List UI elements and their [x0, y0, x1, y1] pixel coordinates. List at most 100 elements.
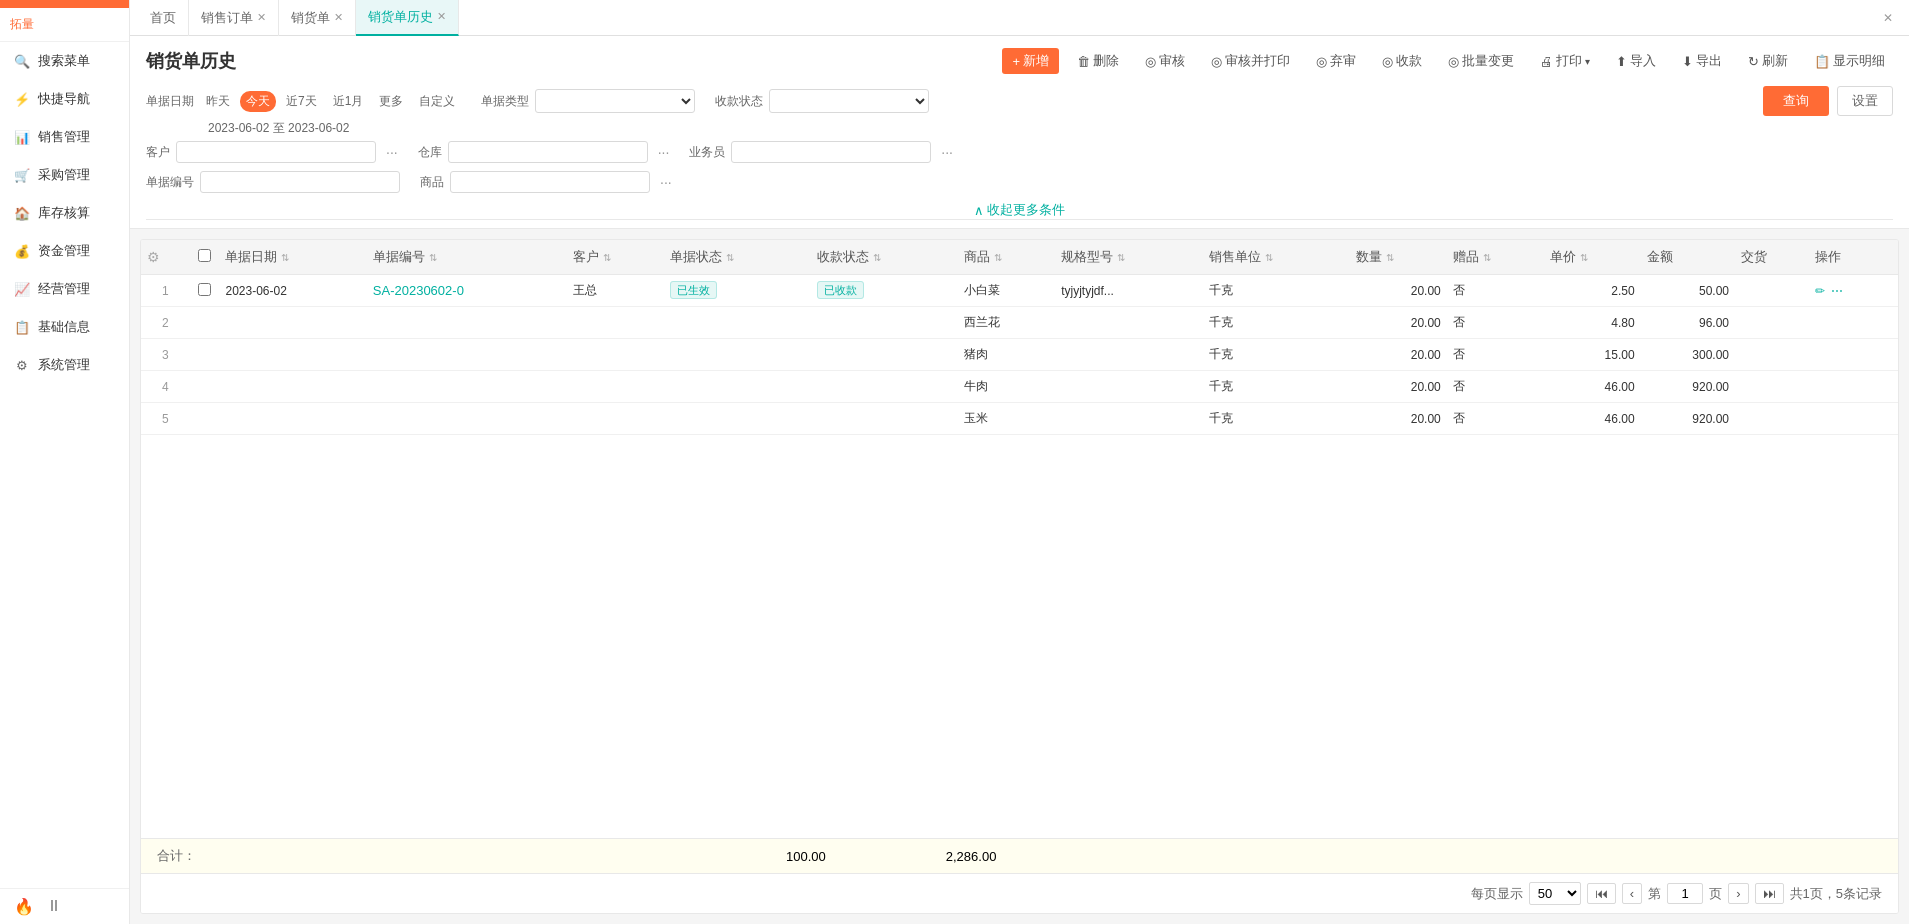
sidebar-item-inventory[interactable]: 🏠 库存核算 — [0, 194, 129, 232]
sort-doc-date-icon[interactable]: ⇅ — [281, 252, 289, 263]
warehouse-input[interactable] — [448, 141, 648, 163]
collect-button[interactable]: ◎ 收款 — [1374, 48, 1430, 74]
doc-no-link[interactable]: SA-20230602-0 — [373, 283, 464, 298]
cell-amount: 920.00 — [1641, 403, 1735, 435]
date-btn-today[interactable]: 今天 — [240, 91, 276, 112]
cell-checkbox — [189, 371, 219, 403]
sort-customer-icon[interactable]: ⇅ — [603, 252, 611, 263]
goods-input[interactable] — [450, 171, 650, 193]
audit-print-button[interactable]: ◎ 审核并打印 — [1203, 48, 1298, 74]
tab-sales-goods[interactable]: 销货单 ✕ — [279, 0, 356, 36]
export-button[interactable]: ⬇ 导出 — [1674, 48, 1730, 74]
show-detail-button[interactable]: 📋 显示明细 — [1806, 48, 1893, 74]
collapse-btn[interactable]: ∧ 收起更多条件 — [146, 201, 1893, 219]
sidebar-item-purchase-mgmt[interactable]: 🛒 采购管理 — [0, 156, 129, 194]
sidebar-item-ops-mgmt[interactable]: 📈 经营管理 — [0, 270, 129, 308]
show-detail-icon: 📋 — [1814, 54, 1830, 69]
staff-input[interactable] — [731, 141, 931, 163]
cell-goods: 小白菜 — [958, 275, 1055, 307]
warehouse-ellipsis[interactable]: ··· — [658, 144, 670, 160]
th-unit-price-label: 单价 — [1550, 248, 1576, 266]
page-first-button[interactable]: ⏮ — [1587, 883, 1616, 904]
date-btn-7days[interactable]: 近7天 — [280, 91, 323, 112]
audit-print-icon: ◎ — [1211, 54, 1222, 69]
date-btn-custom[interactable]: 自定义 — [413, 91, 461, 112]
batch-change-button[interactable]: ◎ 批量变更 — [1440, 48, 1522, 74]
sort-doc-no-icon[interactable]: ⇅ — [429, 252, 437, 263]
import-button[interactable]: ⬆ 导入 — [1608, 48, 1664, 74]
th-quantity-label: 数量 — [1356, 248, 1382, 266]
sort-doc-status-icon[interactable]: ⇅ — [726, 252, 734, 263]
page-last-button[interactable]: ⏭ — [1755, 883, 1784, 904]
setting-button[interactable]: 设置 — [1837, 86, 1893, 116]
sort-quantity-icon[interactable]: ⇅ — [1386, 252, 1394, 263]
goods-ellipsis[interactable]: ··· — [660, 174, 672, 190]
page-next-button[interactable]: › — [1728, 883, 1748, 904]
sidebar-fire-icon[interactable]: 🔥 — [14, 897, 34, 916]
page-number-input[interactable] — [1667, 883, 1703, 904]
tab-sales-order-close[interactable]: ✕ — [257, 11, 266, 24]
close-all-tabs[interactable]: ✕ — [1875, 11, 1901, 25]
cell-amount: 96.00 — [1641, 307, 1735, 339]
collect-label: 收款 — [1396, 52, 1422, 70]
audit-button[interactable]: ◎ 审核 — [1137, 48, 1193, 74]
per-page-select[interactable]: 50 20 100 — [1529, 882, 1581, 905]
th-settings: ⚙ — [141, 240, 189, 275]
sort-unit-price-icon[interactable]: ⇅ — [1580, 252, 1588, 263]
pagination: 每页显示 50 20 100 ⏮ ‹ 第 页 › ⏭ 共1页，5条记录 — [141, 873, 1898, 913]
sidebar-item-finance[interactable]: 💰 资金管理 — [0, 232, 129, 270]
sidebar-item-quick-nav[interactable]: ⚡ 快捷导航 — [0, 80, 129, 118]
table-header-row: ⚙ 单据日期 ⇅ — [141, 240, 1898, 275]
cell-row-num: 2 — [141, 307, 189, 339]
import-label: 导入 — [1630, 52, 1656, 70]
filter-row-2: 客户 ··· 仓库 ··· 业务员 ··· — [146, 141, 1893, 163]
date-btn-yesterday[interactable]: 昨天 — [200, 91, 236, 112]
select-all-checkbox[interactable] — [198, 249, 211, 262]
more-action[interactable]: ⋯ — [1831, 284, 1843, 298]
new-icon: + — [1012, 54, 1020, 69]
tab-sales-history[interactable]: 销货单历史 ✕ — [356, 0, 459, 36]
new-button[interactable]: + 新增 — [1002, 48, 1059, 74]
customer-ellipsis[interactable]: ··· — [386, 144, 398, 160]
sidebar-item-sys-mgmt[interactable]: ⚙ 系统管理 — [0, 346, 129, 384]
toolbar: + 新增 🗑 删除 ◎ 审核 ◎ 审核并打印 — [1002, 48, 1893, 74]
cell-amount: 920.00 — [1641, 371, 1735, 403]
sort-goods-icon[interactable]: ⇅ — [994, 252, 1002, 263]
doc-type-select[interactable] — [535, 89, 695, 113]
audit-icon: ◎ — [1145, 54, 1156, 69]
show-detail-label: 显示明细 — [1833, 52, 1885, 70]
sort-unit-icon[interactable]: ⇅ — [1265, 252, 1273, 263]
payment-status-select[interactable] — [769, 89, 929, 113]
page-prev-button[interactable]: ‹ — [1622, 883, 1642, 904]
doc-no-input[interactable] — [200, 171, 400, 193]
delete-button[interactable]: 🗑 删除 — [1069, 48, 1127, 74]
tab-sales-goods-close[interactable]: ✕ — [334, 11, 343, 24]
abandon-button[interactable]: ◎ 弃审 — [1308, 48, 1364, 74]
customer-input[interactable] — [176, 141, 376, 163]
cell-action: ✏⋯ — [1809, 275, 1898, 307]
tab-sales-order[interactable]: 销售订单 ✕ — [189, 0, 279, 36]
settings-gear-icon[interactable]: ⚙ — [147, 249, 160, 265]
sort-payment-status-icon[interactable]: ⇅ — [873, 252, 881, 263]
th-unit-label: 销售单位 — [1209, 248, 1261, 266]
filter-goods: 商品 ··· — [420, 171, 672, 193]
staff-ellipsis[interactable]: ··· — [941, 144, 953, 160]
date-btn-1month[interactable]: 近1月 — [327, 91, 370, 112]
sidebar-item-basic-info[interactable]: 📋 基础信息 — [0, 308, 129, 346]
sidebar-item-sales-mgmt[interactable]: 📊 销售管理 — [0, 118, 129, 156]
refresh-button[interactable]: ↻ 刷新 — [1740, 48, 1796, 74]
sidebar-item-search-menu[interactable]: 🔍 搜索菜单 — [0, 42, 129, 80]
tab-sales-history-close[interactable]: ✕ — [437, 10, 446, 23]
edit-action[interactable]: ✏ — [1815, 284, 1825, 298]
delete-icon: 🗑 — [1077, 54, 1090, 69]
sidebar-item-label: 库存核算 — [38, 204, 90, 222]
inventory-icon: 🏠 — [14, 205, 30, 221]
sort-spec-icon[interactable]: ⇅ — [1117, 252, 1125, 263]
date-btn-more[interactable]: 更多 — [373, 91, 409, 112]
print-button[interactable]: 🖨 打印 ▾ — [1532, 48, 1598, 74]
tab-home[interactable]: 首页 — [138, 0, 189, 36]
row-checkbox[interactable] — [198, 283, 211, 296]
sort-gift-icon[interactable]: ⇅ — [1483, 252, 1491, 263]
query-button[interactable]: 查询 — [1763, 86, 1829, 116]
sidebar-pause-icon[interactable]: ⏸ — [46, 897, 62, 916]
